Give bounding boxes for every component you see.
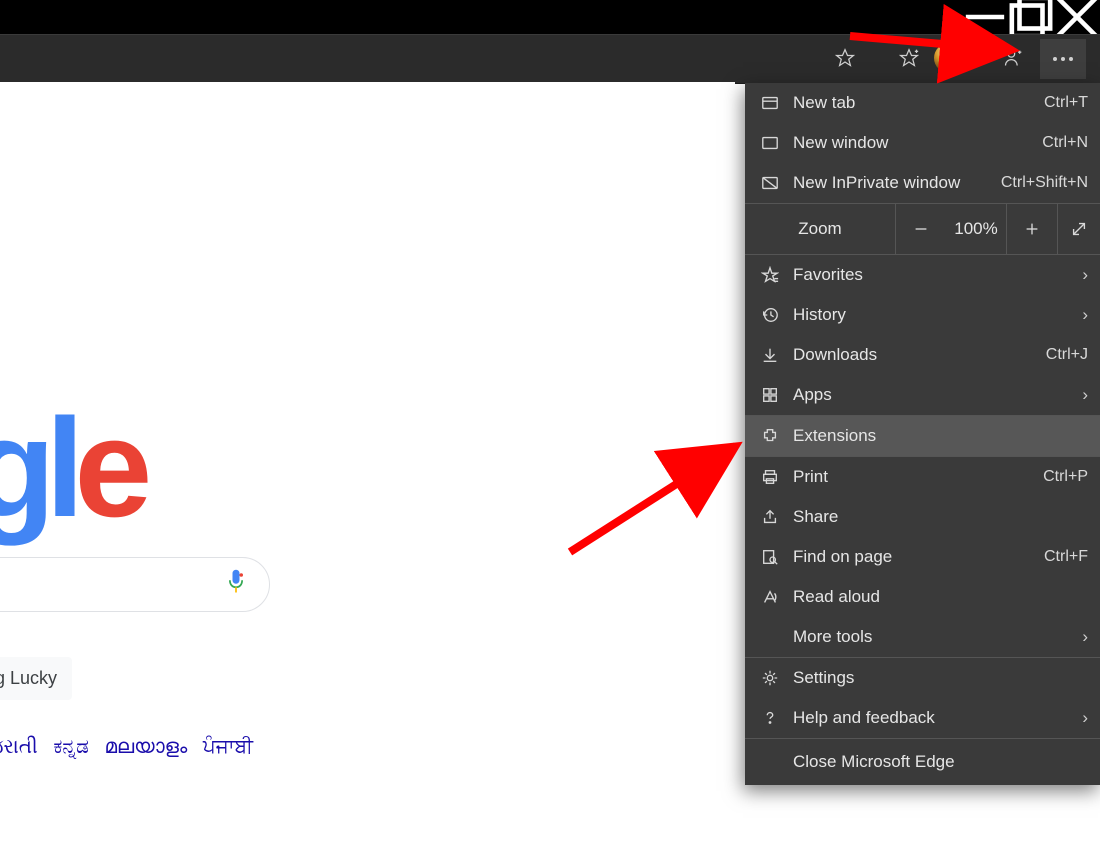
zoom-label: Zoom bbox=[745, 219, 895, 239]
new-tab-icon bbox=[757, 94, 783, 112]
menu-label: New InPrivate window bbox=[793, 173, 991, 193]
page-content: gle ng Lucky ગુજરાતી ಕನ್ನಡ മലയാളം ਪੰਜਾਬੀ bbox=[0, 82, 735, 851]
window-titlebar bbox=[0, 0, 1100, 34]
language-link[interactable]: ಕನ್ನಡ bbox=[53, 732, 89, 759]
menu-settings[interactable]: Settings bbox=[745, 658, 1100, 698]
more-button[interactable] bbox=[1040, 39, 1086, 79]
menu-label: Close Microsoft Edge bbox=[793, 752, 1088, 772]
menu-share[interactable]: Share bbox=[745, 497, 1100, 537]
new-window-icon bbox=[757, 134, 783, 152]
settings-icon bbox=[757, 669, 783, 687]
menu-label: Apps bbox=[793, 385, 1072, 405]
menu-print[interactable]: Print Ctrl+P bbox=[745, 457, 1100, 497]
help-icon bbox=[757, 709, 783, 727]
minimize-button[interactable] bbox=[962, 0, 1008, 34]
print-icon bbox=[757, 468, 783, 486]
menu-shortcut: Ctrl+Shift+N bbox=[1001, 174, 1088, 192]
menu-downloads[interactable]: Downloads Ctrl+J bbox=[745, 335, 1100, 375]
menu-inprivate[interactable]: New InPrivate window Ctrl+Shift+N bbox=[745, 163, 1100, 203]
menu-help[interactable]: Help and feedback › bbox=[745, 698, 1100, 738]
menu-close-edge[interactable]: Close Microsoft Edge bbox=[745, 739, 1100, 785]
profile-avatar[interactable] bbox=[934, 43, 964, 73]
language-links: ગુજરાતી ಕನ್ನಡ മലയാളം ਪੰਜਾਬੀ bbox=[0, 732, 263, 759]
favorites-icon[interactable] bbox=[886, 35, 932, 81]
menu-label: Favorites bbox=[793, 265, 1072, 285]
menu-label: Settings bbox=[793, 668, 1088, 688]
menu-apps[interactable]: Apps › bbox=[745, 375, 1100, 415]
chevron-right-icon: › bbox=[1082, 627, 1088, 647]
share-icon bbox=[757, 508, 783, 526]
feeling-lucky-button[interactable]: ng Lucky bbox=[0, 657, 72, 700]
menu-find[interactable]: Find on page Ctrl+F bbox=[745, 537, 1100, 577]
menu-label: Print bbox=[793, 467, 1033, 487]
menu-label: History bbox=[793, 305, 1072, 325]
menu-shortcut: Ctrl+J bbox=[1046, 346, 1088, 364]
menu-shortcut: Ctrl+T bbox=[1044, 94, 1088, 112]
downloads-icon bbox=[757, 346, 783, 364]
menu-shortcut: Ctrl+F bbox=[1044, 548, 1088, 566]
menu-shortcut: Ctrl+P bbox=[1043, 468, 1088, 486]
read-aloud-icon bbox=[757, 588, 783, 606]
voice-search-icon[interactable] bbox=[225, 568, 247, 601]
browser-toolbar bbox=[0, 34, 1100, 84]
chevron-right-icon: › bbox=[1082, 385, 1088, 405]
menu-new-window[interactable]: New window Ctrl+N bbox=[745, 123, 1100, 163]
menu-label: New tab bbox=[793, 93, 1034, 113]
language-link[interactable]: മലയാളം bbox=[104, 732, 187, 759]
menu-label: More tools bbox=[793, 627, 1072, 647]
find-icon bbox=[757, 548, 783, 566]
menu-label: Find on page bbox=[793, 547, 1034, 567]
chevron-right-icon: › bbox=[1082, 305, 1088, 325]
close-button[interactable] bbox=[1054, 0, 1100, 34]
menu-history[interactable]: History › bbox=[745, 295, 1100, 335]
menu-label: Downloads bbox=[793, 345, 1036, 365]
language-link[interactable]: ਪੰਜਾਬੀ bbox=[203, 732, 253, 759]
menu-new-tab[interactable]: New tab Ctrl+T bbox=[745, 83, 1100, 123]
menu-zoom: Zoom 100% bbox=[745, 203, 1100, 255]
extensions-icon bbox=[757, 427, 783, 445]
favorites-icon bbox=[757, 266, 783, 284]
apps-icon bbox=[757, 386, 783, 404]
history-icon bbox=[757, 306, 783, 324]
chevron-right-icon: › bbox=[1082, 708, 1088, 728]
favorite-star-icon[interactable] bbox=[822, 35, 868, 81]
inprivate-icon bbox=[757, 174, 783, 192]
menu-label: Share bbox=[793, 507, 1088, 527]
profile-icon[interactable] bbox=[990, 35, 1036, 81]
menu-extensions[interactable]: Extensions bbox=[745, 416, 1100, 456]
settings-menu: New tab Ctrl+T New window Ctrl+N New InP… bbox=[745, 83, 1100, 785]
search-box[interactable] bbox=[0, 557, 270, 612]
menu-label: Extensions bbox=[793, 426, 1088, 446]
menu-shortcut: Ctrl+N bbox=[1042, 134, 1088, 152]
zoom-in-button[interactable] bbox=[1006, 204, 1057, 254]
chevron-right-icon: › bbox=[1082, 265, 1088, 285]
menu-label: New window bbox=[793, 133, 1032, 153]
menu-more-tools[interactable]: More tools › bbox=[745, 617, 1100, 657]
menu-label: Help and feedback bbox=[793, 708, 1072, 728]
language-link[interactable]: ગુજરાતી bbox=[0, 732, 38, 759]
zoom-value: 100% bbox=[946, 219, 1006, 239]
menu-favorites[interactable]: Favorites › bbox=[745, 255, 1100, 295]
fullscreen-button[interactable] bbox=[1057, 204, 1100, 254]
menu-label: Read aloud bbox=[793, 587, 1088, 607]
restore-button[interactable] bbox=[1008, 0, 1054, 34]
menu-read-aloud[interactable]: Read aloud bbox=[745, 577, 1100, 617]
zoom-out-button[interactable] bbox=[895, 204, 946, 254]
google-logo: gle bbox=[0, 387, 142, 549]
